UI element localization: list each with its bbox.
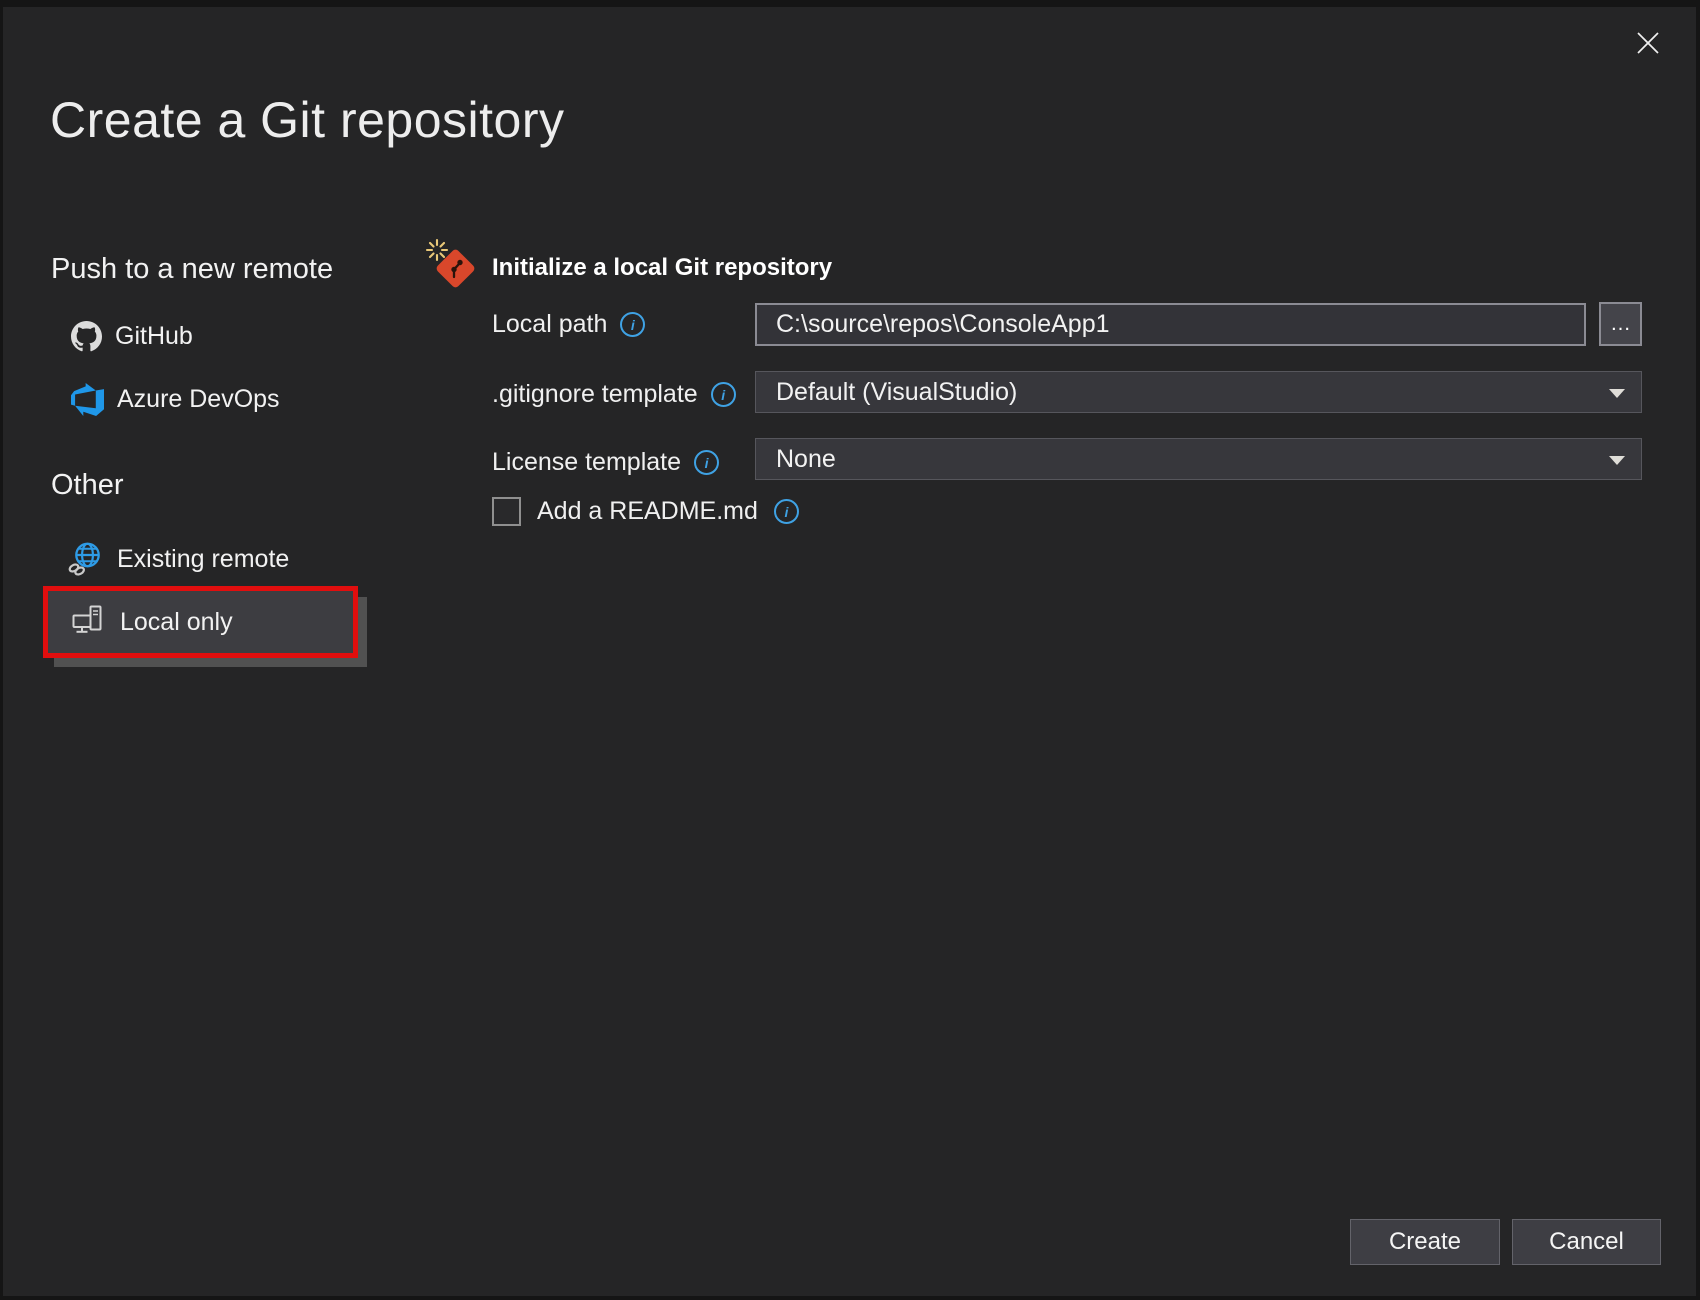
license-label-row: License template i (492, 448, 719, 477)
info-icon[interactable]: i (711, 382, 736, 407)
info-icon[interactable]: i (694, 450, 719, 475)
create-git-repository-dialog: Create a Git repository Push to a new re… (3, 7, 1696, 1296)
license-label: License template (492, 448, 681, 477)
sidebar-item-azure-devops[interactable]: Azure DevOps (71, 383, 280, 416)
ellipsis-icon: … (1610, 312, 1631, 336)
gitignore-label-row: .gitignore template i (492, 380, 736, 409)
azure-devops-icon (71, 383, 104, 416)
sidebar-item-github[interactable]: GitHub (71, 321, 193, 352)
sidebar-item-label: GitHub (115, 322, 193, 351)
local-path-label: Local path (492, 310, 607, 339)
info-icon[interactable]: i (620, 312, 645, 337)
section-heading-push-remote: Push to a new remote (51, 253, 333, 286)
gitignore-selected-value: Default (VisualStudio) (776, 378, 1017, 407)
sidebar-item-label: Local only (120, 608, 233, 637)
sidebar-item-label: Existing remote (117, 545, 289, 574)
existing-remote-icon (66, 540, 104, 578)
git-new-repository-icon (427, 239, 479, 291)
close-button[interactable] (1624, 19, 1672, 67)
license-selected-value: None (776, 445, 836, 474)
sidebar-item-label: Azure DevOps (117, 385, 280, 414)
local-path-label-row: Local path i (492, 310, 645, 339)
gitignore-label: .gitignore template (492, 380, 698, 409)
local-only-icon (71, 602, 107, 643)
sidebar-item-local-only-selected[interactable]: Local only (43, 586, 358, 658)
info-icon[interactable]: i (774, 499, 799, 524)
cancel-button[interactable]: Cancel (1512, 1219, 1661, 1265)
chevron-down-icon (1609, 456, 1625, 465)
page-title: Create a Git repository (50, 91, 564, 149)
add-readme-label: Add a README.md (537, 497, 758, 526)
local-path-input[interactable] (755, 303, 1586, 346)
close-icon (1636, 31, 1660, 55)
readme-row: Add a README.md i (492, 497, 799, 526)
add-readme-checkbox[interactable] (492, 497, 521, 526)
git-branch-glyph (441, 254, 470, 283)
form-heading: Initialize a local Git repository (492, 254, 832, 282)
create-button[interactable]: Create (1350, 1219, 1500, 1265)
section-heading-other: Other (51, 469, 124, 502)
github-icon (71, 321, 102, 352)
sidebar-item-existing-remote[interactable]: Existing remote (66, 540, 289, 578)
browse-button[interactable]: … (1599, 302, 1642, 346)
license-template-dropdown[interactable]: None (755, 438, 1642, 480)
chevron-down-icon (1609, 389, 1625, 398)
gitignore-template-dropdown[interactable]: Default (VisualStudio) (755, 371, 1642, 413)
